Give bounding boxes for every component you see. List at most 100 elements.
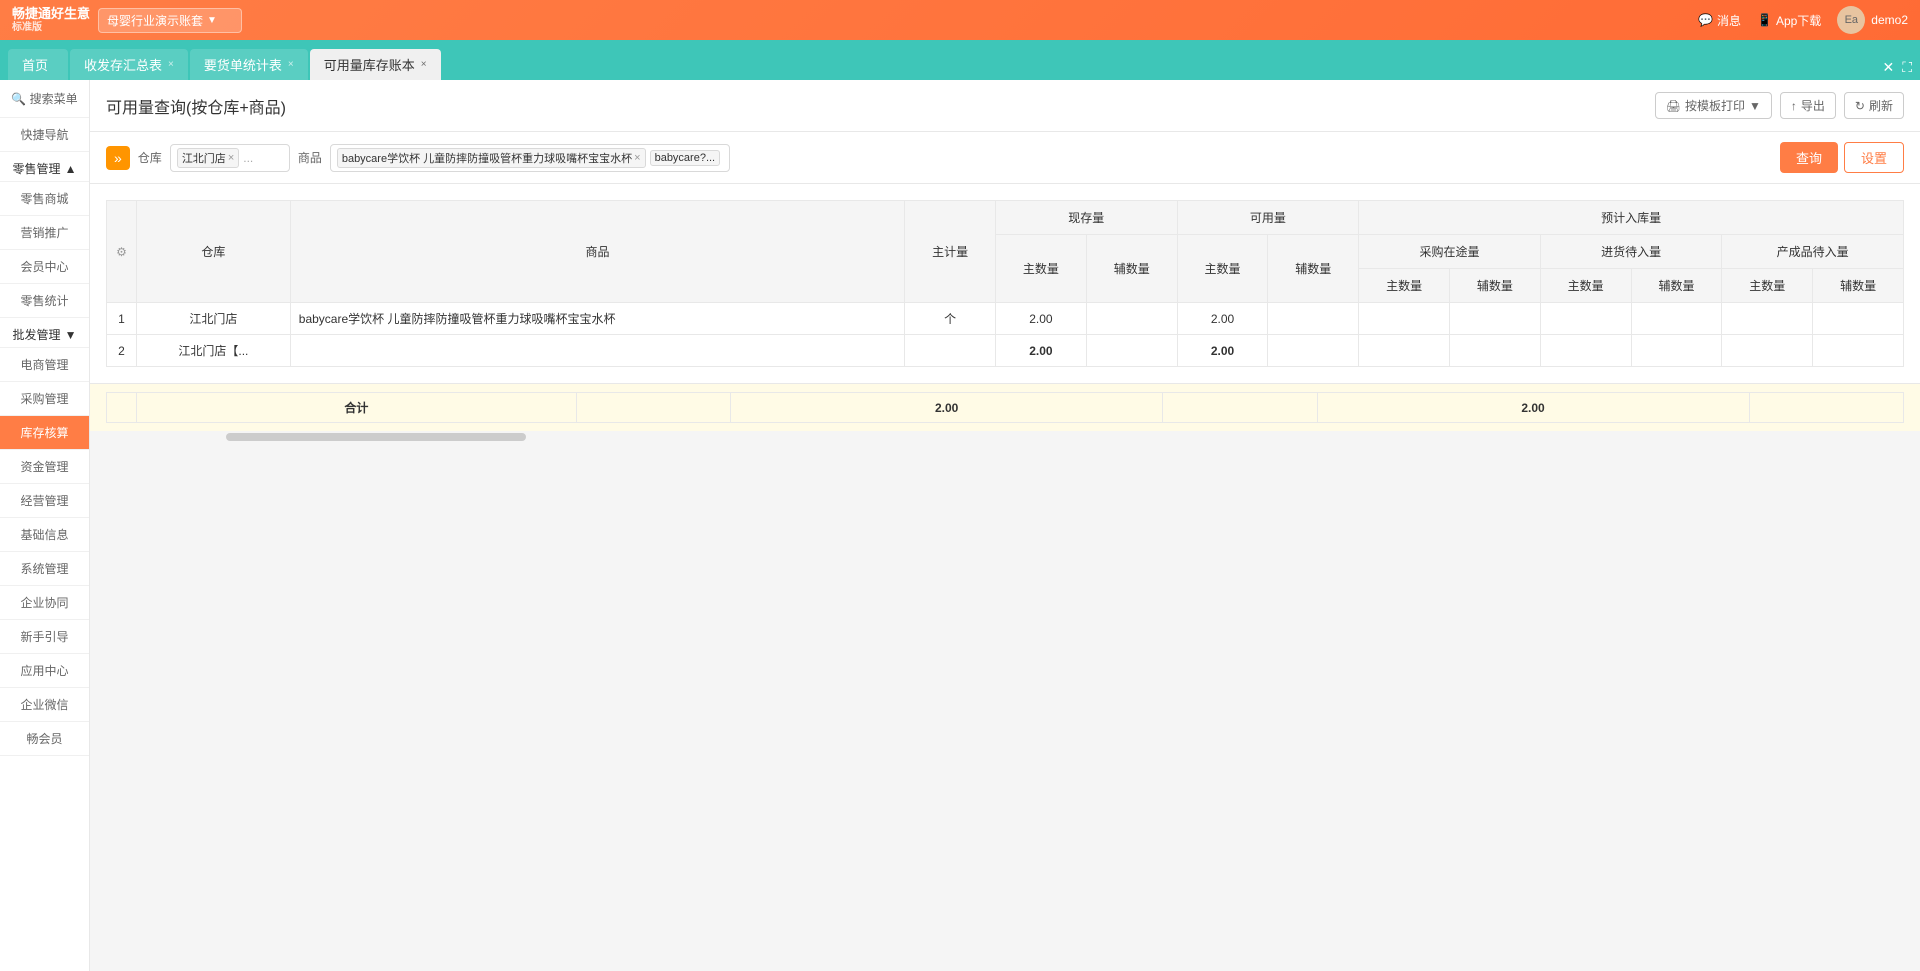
search-icon: 🔍 <box>11 92 26 106</box>
th-purchase-transit: 采购在途量 <box>1359 235 1541 269</box>
th-purchase-transit-main: 主数量 <box>1359 269 1450 303</box>
sidebar-finance[interactable]: 资金管理 <box>0 450 89 484</box>
tab-receipt-close[interactable]: × <box>168 59 174 70</box>
th-production-pending: 产成品待入量 <box>1722 235 1904 269</box>
app-download-btn[interactable]: 📱 App下载 <box>1757 12 1821 29</box>
cell-import-aux <box>1631 335 1722 367</box>
sidebar-member[interactable]: 畅会员 <box>0 722 89 756</box>
cell-avail-main: 2.00 <box>1177 335 1268 367</box>
product-filter[interactable]: babycare学饮杯 儿童防摔防撞吸管杯重力球吸嘴杯宝宝水杯 × babyca… <box>330 144 730 172</box>
settings-btn[interactable]: 设置 <box>1844 142 1904 173</box>
tab-inventory[interactable]: 可用量库存账本 × <box>310 49 441 80</box>
store-selector[interactable]: 母婴行业演示账套 ▼ <box>98 8 242 33</box>
warehouse-label: 仓库 <box>138 149 162 166</box>
tab-receipt[interactable]: 收发存汇总表 × <box>70 49 188 80</box>
tab-expand[interactable]: ⛶ <box>1902 59 1912 76</box>
warehouse-tag[interactable]: 江北门店 × <box>177 148 239 168</box>
th-main-unit: 主计量 <box>905 201 996 303</box>
sidebar-retail-mall[interactable]: 零售商城 <box>0 182 89 216</box>
table-row: 1 江北门店 babycare学饮杯 儿童防摔防撞吸管杯重力球吸嘴杯宝宝水杯 个… <box>107 303 1904 335</box>
th-production-main: 主数量 <box>1722 269 1813 303</box>
horizontal-scrollbar[interactable] <box>106 431 1904 443</box>
cell-avail-aux <box>1268 335 1359 367</box>
summary-current-main: 2.00 <box>731 393 1163 423</box>
th-purchase-transit-aux: 辅数量 <box>1449 269 1540 303</box>
cell-pur-transit-main <box>1359 303 1450 335</box>
main-layout: 🔍 搜索菜单 快捷导航 零售管理 ▲ 零售商城 营销推广 会员中心 零售统计 批… <box>0 80 1920 971</box>
th-product: 商品 <box>290 201 904 303</box>
tab-inventory-close[interactable]: × <box>421 59 427 70</box>
cell-pur-transit-aux <box>1449 335 1540 367</box>
warehouse-more-btn[interactable]: ... <box>243 151 253 165</box>
summary-row: 合计 2.00 2.00 <box>90 383 1920 431</box>
sidebar-quick-nav[interactable]: 快捷导航 <box>0 118 89 152</box>
sidebar-basics[interactable]: 基础信息 <box>0 518 89 552</box>
sidebar-member-center[interactable]: 会员中心 <box>0 250 89 284</box>
top-bar: 畅捷通好生意 标准版 母婴行业演示账套 ▼ 💬 消息 📱 App下载 Ea de… <box>0 0 1920 40</box>
inventory-table: ⚙ 仓库 商品 主计量 现存量 可用量 预计入库量 主数量 辅数量 主数量 辅数… <box>106 200 1904 367</box>
filter-area: » 仓库 江北门店 × ... 商品 babycare学饮杯 儿童防摔防撞吸管杯… <box>90 132 1920 184</box>
th-production-aux: 辅数量 <box>1813 269 1904 303</box>
phone-icon: 📱 <box>1757 13 1772 27</box>
sidebar-enterprise[interactable]: 企业协同 <box>0 586 89 620</box>
cell-current-main: 2.00 <box>996 303 1087 335</box>
tab-order-stats[interactable]: 要货单统计表 × <box>190 49 308 80</box>
refresh-btn[interactable]: ↻ 刷新 <box>1844 92 1904 119</box>
filter-toggle-btn[interactable]: » <box>106 146 130 170</box>
cell-current-main: 2.00 <box>996 335 1087 367</box>
sidebar: 🔍 搜索菜单 快捷导航 零售管理 ▲ 零售商城 营销推广 会员中心 零售统计 批… <box>0 80 90 971</box>
message-icon: 💬 <box>1698 13 1713 27</box>
sidebar-wholesale-mgmt[interactable]: 批发管理 ▼ <box>0 318 89 348</box>
avatar: Ea <box>1837 6 1865 34</box>
cell-product: babycare学饮杯 儿童防摔防撞吸管杯重力球吸嘴杯宝宝水杯 <box>290 303 904 335</box>
content-area: 可用量查询(按仓库+商品) 🖨 按模板打印 ▼ ↑ 导出 ↻ 刷新 » <box>90 80 1920 971</box>
tab-order-stats-close[interactable]: × <box>288 59 294 70</box>
sidebar-guide[interactable]: 新手引导 <box>0 620 89 654</box>
cell-current-aux <box>1086 335 1177 367</box>
warehouse-filter[interactable]: 江北门店 × ... <box>170 144 290 172</box>
product-tag-1-remove[interactable]: × <box>634 152 640 164</box>
summary-label: 合计 <box>137 393 577 423</box>
sidebar-system[interactable]: 系统管理 <box>0 552 89 586</box>
tab-home[interactable]: 首页 <box>8 49 68 80</box>
sidebar-purchase[interactable]: 采购管理 <box>0 382 89 416</box>
cell-warehouse: 江北门店 <box>137 303 291 335</box>
table-container: ⚙ 仓库 商品 主计量 现存量 可用量 预计入库量 主数量 辅数量 主数量 辅数… <box>90 184 1920 383</box>
cell-current-aux <box>1086 303 1177 335</box>
cell-unit: 个 <box>905 303 996 335</box>
query-btn[interactable]: 查询 <box>1780 142 1838 173</box>
nav-tabs-right: ✕ ⛶ <box>1882 59 1912 80</box>
cell-prod-aux <box>1813 303 1904 335</box>
sidebar-ecommerce[interactable]: 电商管理 <box>0 348 89 382</box>
th-import-main: 主数量 <box>1540 269 1631 303</box>
cell-index: 2 <box>107 335 137 367</box>
cell-pur-transit-main <box>1359 335 1450 367</box>
refresh-icon: ↻ <box>1855 99 1865 113</box>
cell-avail-main: 2.00 <box>1177 303 1268 335</box>
sidebar-retail-mgmt[interactable]: 零售管理 ▲ <box>0 152 89 182</box>
product-tag-2[interactable]: babycare?... <box>650 150 721 166</box>
sidebar-app-center[interactable]: 应用中心 <box>0 654 89 688</box>
export-btn[interactable]: ↑ 导出 <box>1780 92 1836 119</box>
warehouse-tag-remove[interactable]: × <box>228 152 234 164</box>
scroll-thumb[interactable] <box>226 433 526 441</box>
message-btn[interactable]: 💬 消息 <box>1698 12 1741 29</box>
cell-product <box>290 335 904 367</box>
cell-import-main <box>1540 303 1631 335</box>
chevron-icon: ▲ <box>65 162 77 176</box>
sidebar-search[interactable]: 🔍 搜索菜单 <box>0 80 89 118</box>
cell-pur-transit-aux <box>1449 303 1540 335</box>
sidebar-marketing[interactable]: 营销推广 <box>0 216 89 250</box>
sidebar-inventory[interactable]: 库存核算 <box>0 416 89 450</box>
template-print-btn[interactable]: 🖨 按模板打印 ▼ <box>1655 92 1772 119</box>
user-avatar[interactable]: Ea demo2 <box>1837 6 1908 34</box>
product-tag-1[interactable]: babycare学饮杯 儿童防摔防撞吸管杯重力球吸嘴杯宝宝水杯 × <box>337 148 646 168</box>
th-available-aux: 辅数量 <box>1268 235 1359 303</box>
summary-avail-main: 2.00 <box>1317 393 1749 423</box>
filter-actions: 查询 设置 <box>1780 142 1904 173</box>
sidebar-wechat[interactable]: 企业微信 <box>0 688 89 722</box>
sidebar-retail-stats[interactable]: 零售统计 <box>0 284 89 318</box>
th-settings[interactable]: ⚙ <box>107 201 137 303</box>
tab-close-all[interactable]: ✕ <box>1882 59 1894 76</box>
sidebar-operations[interactable]: 经营管理 <box>0 484 89 518</box>
